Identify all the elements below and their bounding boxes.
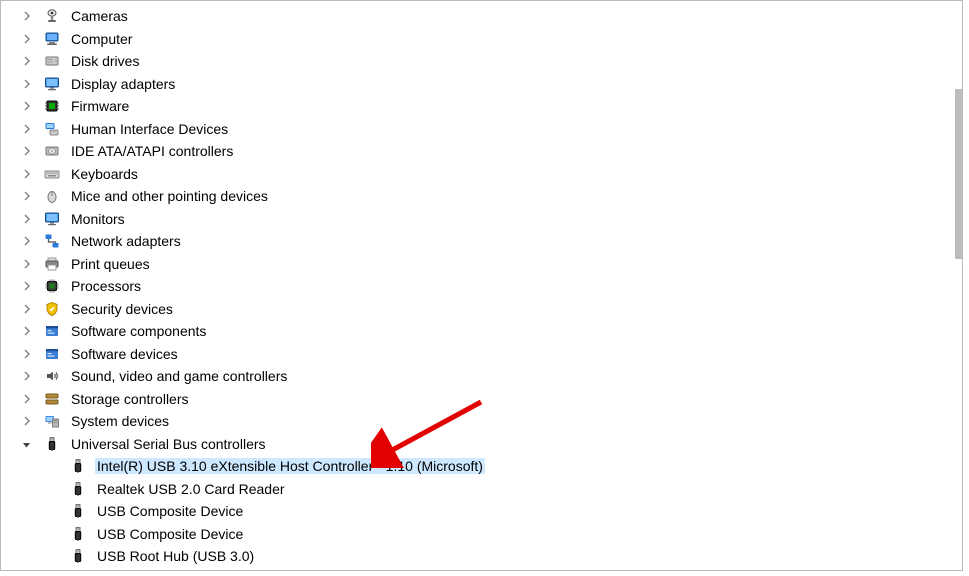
firmware-icon xyxy=(43,97,61,115)
hid-icon xyxy=(43,120,61,138)
tree-item-mice[interactable]: Mice and other pointing devices xyxy=(1,185,962,208)
tree-item-label: System devices xyxy=(69,413,171,429)
tree-item-intel-usb[interactable]: Intel(R) USB 3.10 eXtensible Host Contro… xyxy=(1,455,962,478)
tree-item-hid[interactable]: Human Interface Devices xyxy=(1,118,962,141)
tree-item-computer[interactable]: Computer xyxy=(1,28,962,51)
tree-item-display-adapters[interactable]: Display adapters xyxy=(1,73,962,96)
tree-item-label: USB Root Hub (USB 3.0) xyxy=(95,548,256,564)
tree-item-label: Mice and other pointing devices xyxy=(69,188,270,204)
expand-icon[interactable] xyxy=(21,55,33,67)
expand-icon[interactable] xyxy=(21,348,33,360)
tree-item-storage[interactable]: Storage controllers xyxy=(1,388,962,411)
tree-item-software-devices[interactable]: Software devices xyxy=(1,343,962,366)
display-icon xyxy=(43,75,61,93)
expand-icon[interactable] xyxy=(21,325,33,337)
tree-item-disk-drives[interactable]: Disk drives xyxy=(1,50,962,73)
expand-icon[interactable] xyxy=(21,303,33,315)
expand-icon[interactable] xyxy=(21,190,33,202)
expand-icon[interactable] xyxy=(21,123,33,135)
expand-icon[interactable] xyxy=(21,78,33,90)
collapse-icon[interactable] xyxy=(21,438,33,450)
tree-item-realtek[interactable]: Realtek USB 2.0 Card Reader xyxy=(1,478,962,501)
processor-icon xyxy=(43,277,61,295)
tree-item-label: IDE ATA/ATAPI controllers xyxy=(69,143,235,159)
tree-item-sound[interactable]: Sound, video and game controllers xyxy=(1,365,962,388)
expand-icon[interactable] xyxy=(21,33,33,45)
usb-icon xyxy=(43,435,61,453)
storage-icon xyxy=(43,390,61,408)
computer-icon xyxy=(43,30,61,48)
usb-icon xyxy=(69,547,87,565)
tree-item-label: Storage controllers xyxy=(69,391,191,407)
usb-icon xyxy=(69,457,87,475)
tree-item-label: Network adapters xyxy=(69,233,183,249)
software-icon xyxy=(43,322,61,340)
expand-icon[interactable] xyxy=(21,393,33,405)
tree-item-keyboards[interactable]: Keyboards xyxy=(1,163,962,186)
tree-item-label: Software components xyxy=(69,323,208,339)
tree-item-software-components[interactable]: Software components xyxy=(1,320,962,343)
network-icon xyxy=(43,232,61,250)
tree-item-label: Processors xyxy=(69,278,143,294)
expand-icon[interactable] xyxy=(21,415,33,427)
tree-item-security[interactable]: Security devices xyxy=(1,298,962,321)
monitor-icon xyxy=(43,210,61,228)
security-icon xyxy=(43,300,61,318)
tree-item-label: USB Composite Device xyxy=(95,526,245,542)
tree-item-label: USB Composite Device xyxy=(95,503,245,519)
tree-item-label: Monitors xyxy=(69,211,127,227)
tree-item-print[interactable]: Print queues xyxy=(1,253,962,276)
tree-item-label: Intel(R) USB 3.10 eXtensible Host Contro… xyxy=(95,458,485,474)
device-tree[interactable]: Cameras Computer Disk drives Display adapte… xyxy=(1,1,962,572)
scrollbar-thumb[interactable] xyxy=(955,89,962,259)
expand-icon[interactable] xyxy=(21,145,33,157)
tree-item-label: Human Interface Devices xyxy=(69,121,230,137)
keyboard-icon xyxy=(43,165,61,183)
system-icon xyxy=(43,412,61,430)
expand-icon[interactable] xyxy=(21,280,33,292)
usb-icon xyxy=(69,525,87,543)
sound-icon xyxy=(43,367,61,385)
tree-item-usb-comp-2[interactable]: USB Composite Device xyxy=(1,523,962,546)
tree-item-firmware[interactable]: Firmware xyxy=(1,95,962,118)
tree-item-label: Display adapters xyxy=(69,76,177,92)
camera-icon xyxy=(43,7,61,25)
tree-item-network[interactable]: Network adapters xyxy=(1,230,962,253)
expand-icon[interactable] xyxy=(21,168,33,180)
expand-icon[interactable] xyxy=(21,213,33,225)
tree-item-processors[interactable]: Processors xyxy=(1,275,962,298)
vertical-scrollbar[interactable] xyxy=(955,1,962,570)
software-icon xyxy=(43,345,61,363)
usb-icon xyxy=(69,480,87,498)
tree-item-label: Computer xyxy=(69,31,134,47)
tree-item-ide[interactable]: IDE ATA/ATAPI controllers xyxy=(1,140,962,163)
expand-icon[interactable] xyxy=(21,370,33,382)
ide-icon xyxy=(43,142,61,160)
tree-item-label: Firmware xyxy=(69,98,131,114)
tree-item-monitors[interactable]: Monitors xyxy=(1,208,962,231)
tree-item-label: Universal Serial Bus controllers xyxy=(69,436,268,452)
expand-icon[interactable] xyxy=(21,235,33,247)
tree-item-label: Security devices xyxy=(69,301,175,317)
tree-item-label: Disk drives xyxy=(69,53,141,69)
tree-item-label: Keyboards xyxy=(69,166,140,182)
expand-icon[interactable] xyxy=(21,258,33,270)
print-icon xyxy=(43,255,61,273)
tree-item-label: Realtek USB 2.0 Card Reader xyxy=(95,481,287,497)
tree-item-usb-root-hub[interactable]: USB Root Hub (USB 3.0) xyxy=(1,545,962,568)
tree-item-label: Cameras xyxy=(69,8,130,24)
tree-item-label: Software devices xyxy=(69,346,180,362)
tree-item-usb[interactable]: Universal Serial Bus controllers xyxy=(1,433,962,456)
tree-item-system[interactable]: System devices xyxy=(1,410,962,433)
device-manager-window: Cameras Computer Disk drives Display adapte… xyxy=(0,0,963,571)
usb-icon xyxy=(69,502,87,520)
tree-item-cameras[interactable]: Cameras xyxy=(1,5,962,28)
tree-item-usb-comp-1[interactable]: USB Composite Device xyxy=(1,500,962,523)
expand-icon[interactable] xyxy=(21,10,33,22)
mouse-icon xyxy=(43,187,61,205)
disk-icon xyxy=(43,52,61,70)
expand-icon[interactable] xyxy=(21,100,33,112)
tree-item-label: Sound, video and game controllers xyxy=(69,368,289,384)
tree-item-label: Print queues xyxy=(69,256,152,272)
